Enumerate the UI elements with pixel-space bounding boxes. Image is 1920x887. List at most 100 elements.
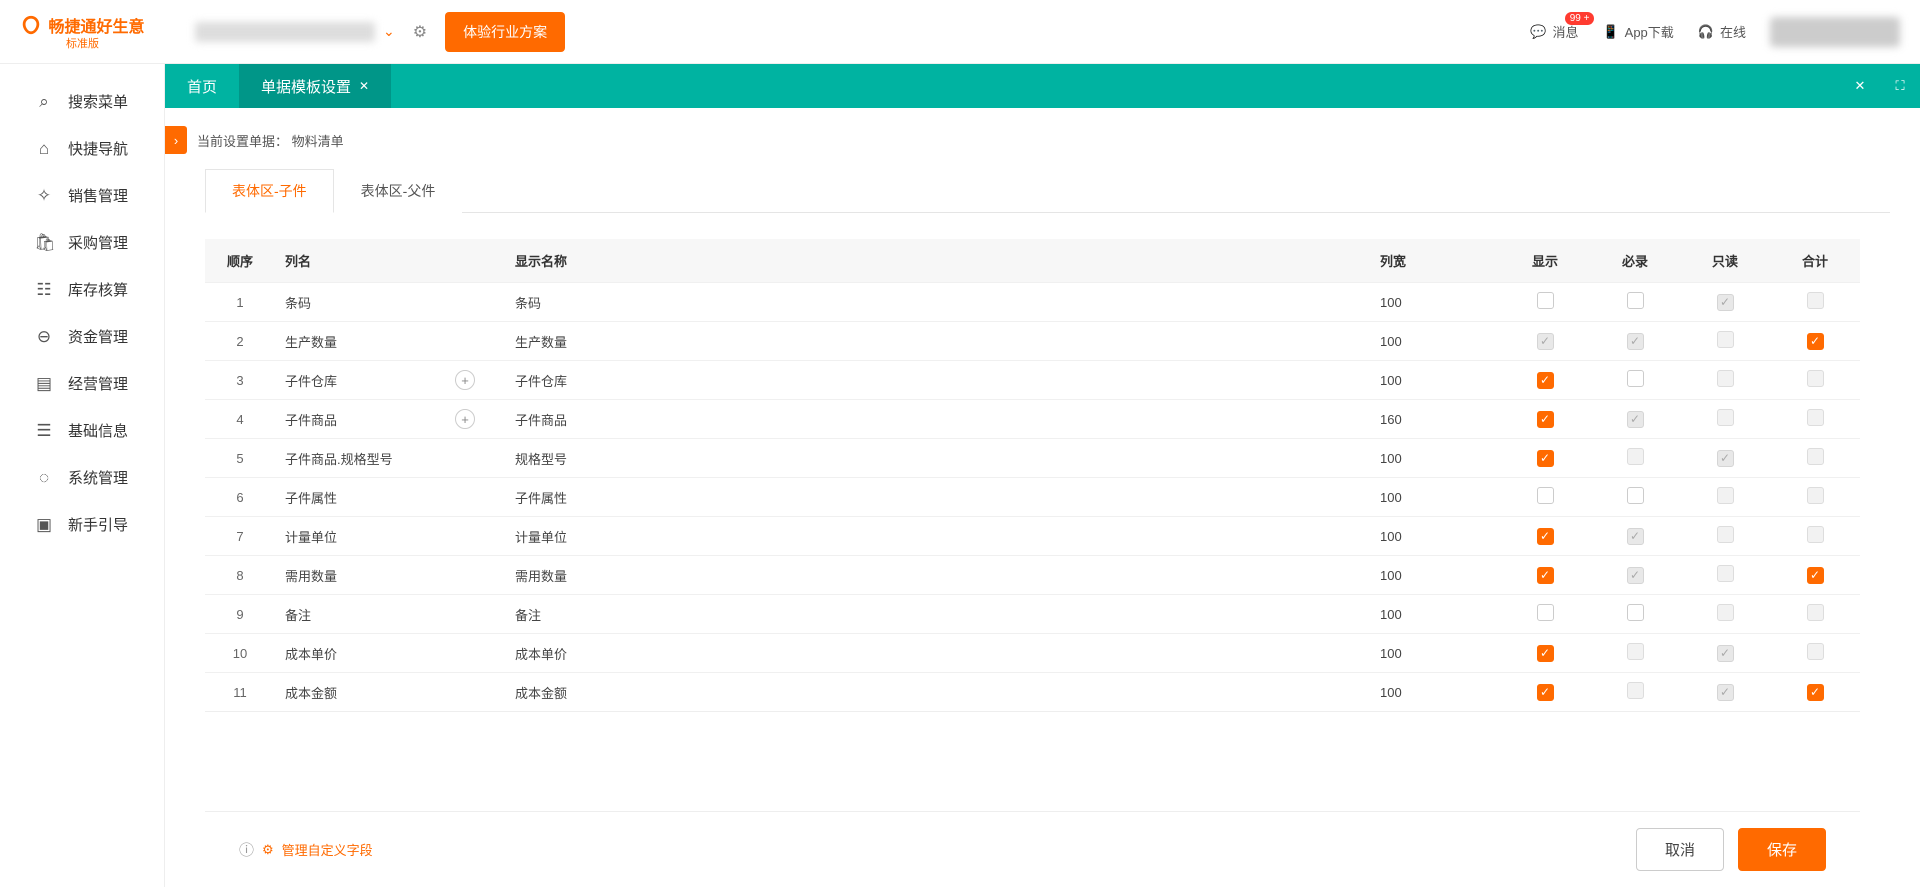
user-avatar[interactable] <box>1770 17 1900 47</box>
manage-custom-fields-link[interactable]: 管理自定义字段 <box>282 840 373 859</box>
cell-seq: 7 <box>205 517 275 556</box>
sidebar-item-label: 快捷导航 <box>68 138 128 159</box>
cancel-button[interactable]: 取消 <box>1636 828 1724 871</box>
sidebar-item-label: 经营管理 <box>68 373 128 394</box>
checkbox-readonly <box>1717 331 1734 348</box>
sidebar-item-9[interactable]: ▣新手引导 <box>0 501 164 548</box>
sidebar-item-6[interactable]: ▤ 经营管理 <box>0 360 164 407</box>
cell-width[interactable]: 100 <box>1370 634 1500 673</box>
cell-col: 生产数量 <box>275 322 505 361</box>
sidebar-item-7[interactable]: ☰基础信息 <box>0 407 164 454</box>
cell-width[interactable]: 100 <box>1370 595 1500 634</box>
cell-display[interactable]: 规格型号 <box>505 439 1370 478</box>
cell-display[interactable]: 计量单位 <box>505 517 1370 556</box>
cell-display[interactable]: 子件仓库 <box>505 361 1370 400</box>
cell-display[interactable]: 子件属性 <box>505 478 1370 517</box>
checkbox-sum[interactable] <box>1807 567 1824 584</box>
cell-seq: 2 <box>205 322 275 361</box>
settings-icon[interactable]: ⚙ <box>413 22 427 42</box>
cell-seq: 8 <box>205 556 275 595</box>
chevron-down-icon: ⌄ <box>383 23 395 40</box>
messages-link[interactable]: 💬 消息 99 + <box>1530 22 1578 41</box>
checkbox-readonly <box>1717 645 1734 662</box>
checkbox-required[interactable] <box>1627 487 1644 504</box>
brand-logo: 畅捷通好生意 标准版 <box>0 13 165 51</box>
cell-display[interactable]: 子件商品 <box>505 400 1370 439</box>
sidebar-item-4[interactable]: ☷库存核算 <box>0 266 164 313</box>
sidebar-item-3[interactable]: 🛍采购管理 <box>0 219 164 266</box>
cell-display[interactable]: 成本单价 <box>505 634 1370 673</box>
cell-display[interactable]: 生产数量 <box>505 322 1370 361</box>
app-download-link[interactable]: 📱 App下载 <box>1602 22 1673 41</box>
tab-close-all[interactable]: ✕ <box>1840 78 1880 94</box>
sidebar-item-8[interactable]: ◌系统管理 <box>0 454 164 501</box>
tab-template-settings[interactable]: 单据模板设置 ✕ <box>239 64 391 108</box>
checkbox-required[interactable] <box>1627 604 1644 621</box>
cell-width[interactable]: 100 <box>1370 283 1500 322</box>
th-col: 列名 <box>275 239 505 283</box>
cell-width[interactable]: 100 <box>1370 556 1500 595</box>
checkbox-show[interactable] <box>1537 292 1554 309</box>
checkbox-readonly <box>1717 409 1734 426</box>
checkbox-show[interactable] <box>1537 372 1554 389</box>
sidebar-icon: ▤ <box>34 374 54 394</box>
th-sum: 合计 <box>1770 239 1860 283</box>
checkbox-show[interactable] <box>1537 528 1554 545</box>
collapse-handle[interactable]: › <box>165 126 187 154</box>
add-column-button[interactable]: + <box>455 409 475 429</box>
sidebar-item-2[interactable]: ✧销售管理 <box>0 172 164 219</box>
sidebar-item-5[interactable]: ⊖资金管理 <box>0 313 164 360</box>
save-button[interactable]: 保存 <box>1738 828 1826 871</box>
cell-width[interactable]: 100 <box>1370 478 1500 517</box>
crumb-value: 物料清单 <box>292 134 344 149</box>
checkbox-show[interactable] <box>1537 450 1554 467</box>
cell-width[interactable]: 100 <box>1370 439 1500 478</box>
checkbox-required[interactable] <box>1627 370 1644 387</box>
cell-width[interactable]: 100 <box>1370 322 1500 361</box>
checkbox-show[interactable] <box>1537 604 1554 621</box>
online-support-link[interactable]: 🎧 在线 <box>1698 22 1746 41</box>
checkbox-show[interactable] <box>1537 567 1554 584</box>
cell-width[interactable]: 100 <box>1370 673 1500 712</box>
cell-width[interactable]: 100 <box>1370 517 1500 556</box>
checkbox-sum[interactable] <box>1807 684 1824 701</box>
checkbox-required <box>1627 448 1644 465</box>
cell-col: 需用数量 <box>275 556 505 595</box>
cell-display[interactable]: 备注 <box>505 595 1370 634</box>
th-required: 必录 <box>1590 239 1680 283</box>
cell-display[interactable]: 条码 <box>505 283 1370 322</box>
sidebar-item-label: 新手引导 <box>68 514 128 535</box>
checkbox-show[interactable] <box>1537 487 1554 504</box>
cell-display[interactable]: 需用数量 <box>505 556 1370 595</box>
fullscreen-icon[interactable]: ⛶ <box>1880 78 1920 94</box>
th-width: 列宽 <box>1370 239 1500 283</box>
checkbox-show[interactable] <box>1537 645 1554 662</box>
tab-home[interactable]: 首页 <box>165 64 239 108</box>
tab-body-child[interactable]: 表体区-子件 <box>205 169 334 213</box>
checkbox-sum[interactable] <box>1807 333 1824 350</box>
sidebar-item-label: 库存核算 <box>68 279 128 300</box>
help-icon[interactable]: ⓘ <box>239 839 254 860</box>
checkbox-required[interactable] <box>1627 292 1644 309</box>
close-icon[interactable]: ✕ <box>359 79 369 93</box>
sidebar-item-1[interactable]: ⌂快捷导航 <box>0 125 164 172</box>
sidebar-item-0[interactable]: ⌕搜索菜单 <box>0 78 164 125</box>
add-column-button[interactable]: + <box>455 370 475 390</box>
cell-width[interactable]: 160 <box>1370 400 1500 439</box>
checkbox-show[interactable] <box>1537 411 1554 428</box>
org-selector[interactable]: ⌄ <box>195 22 395 42</box>
cell-seq: 9 <box>205 595 275 634</box>
checkbox-readonly <box>1717 565 1734 582</box>
checkbox-show[interactable] <box>1537 684 1554 701</box>
table-row: 10成本单价成本单价100 <box>205 634 1860 673</box>
cell-display[interactable]: 成本金额 <box>505 673 1370 712</box>
sidebar-icon: 🛍 <box>34 233 54 253</box>
cell-width[interactable]: 100 <box>1370 361 1500 400</box>
cell-seq: 6 <box>205 478 275 517</box>
checkbox-show <box>1537 333 1554 350</box>
tab-body-parent[interactable]: 表体区-父件 <box>334 169 463 213</box>
brand-name: 畅捷通好生意 <box>48 13 144 37</box>
try-plan-button[interactable]: 体验行业方案 <box>445 12 565 52</box>
checkbox-required <box>1627 682 1644 699</box>
cell-col: 成本金额 <box>275 673 505 712</box>
